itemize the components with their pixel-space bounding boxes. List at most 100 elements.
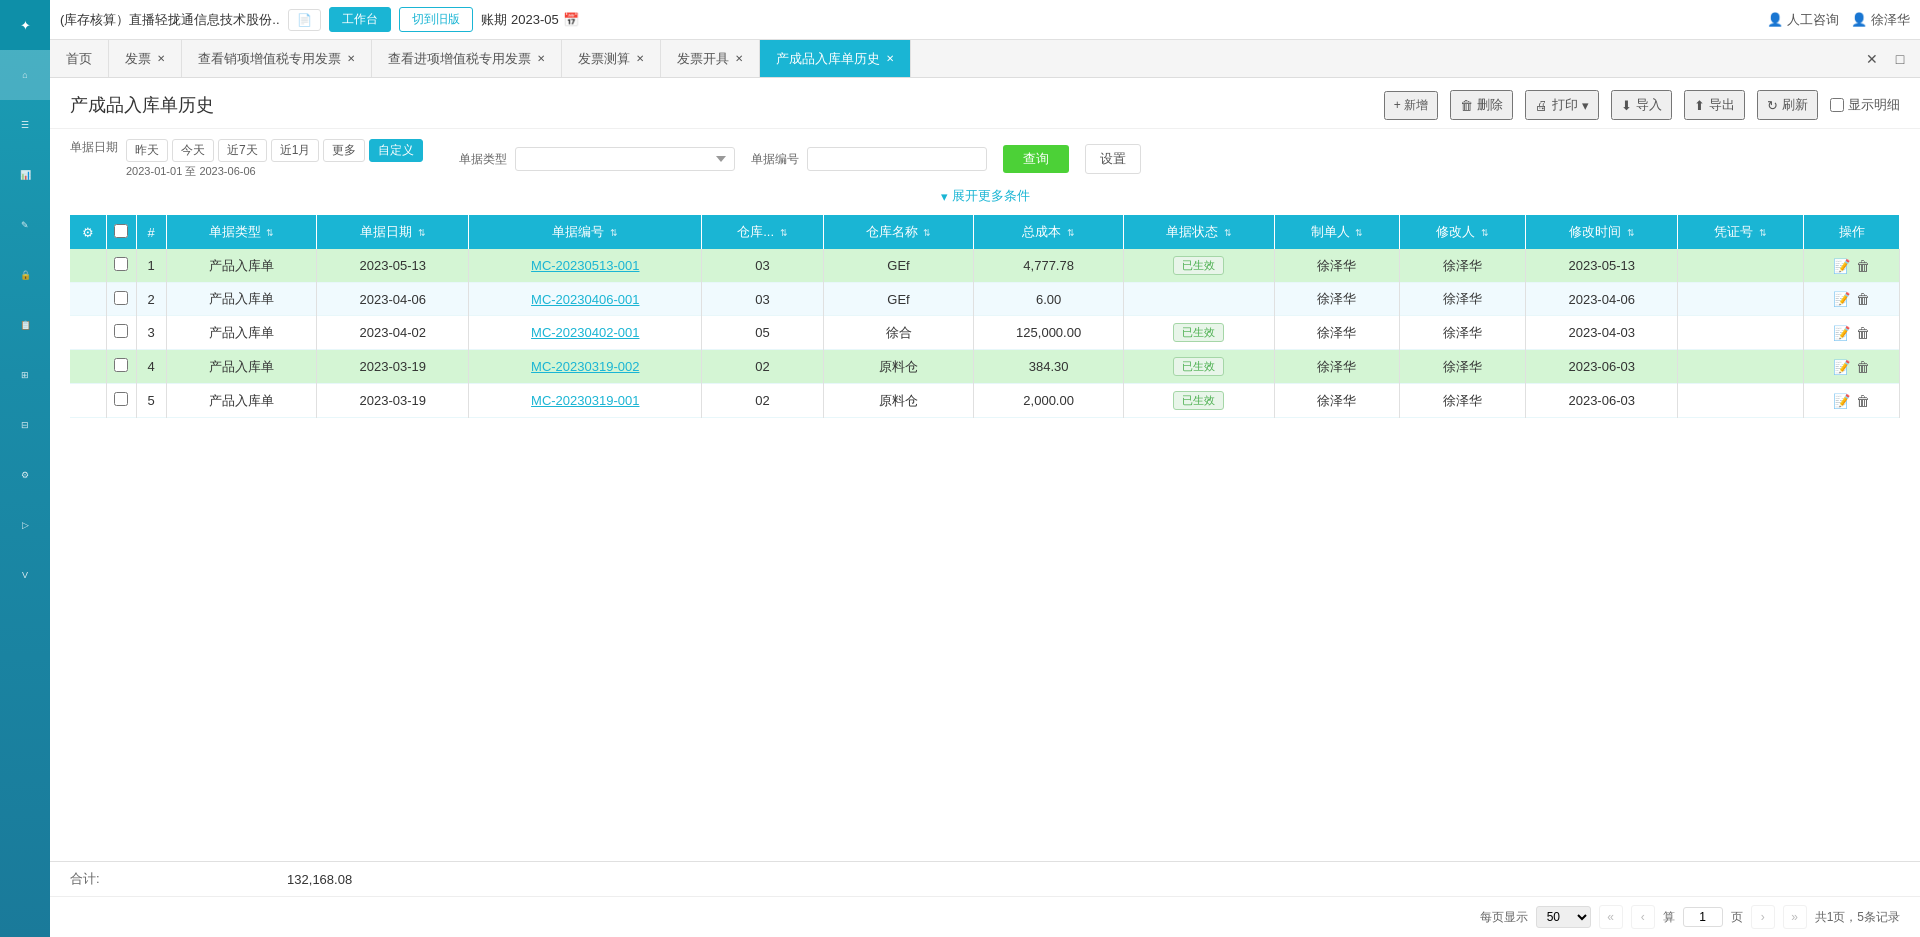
user-menu[interactable]: 👤 徐泽华 bbox=[1851, 11, 1910, 29]
td-doc-no-4[interactable]: MC-20230319-001 bbox=[469, 384, 702, 418]
new-button[interactable]: + 新增 bbox=[1384, 91, 1438, 120]
date-btn-today[interactable]: 今天 bbox=[172, 139, 214, 162]
th-creator[interactable]: 制单人 ⇅ bbox=[1274, 215, 1400, 249]
sidebar-item-stamp[interactable]: ⊟ bbox=[0, 400, 50, 450]
tab-input-vat[interactable]: 查看进项增值税专用发票 ✕ bbox=[372, 40, 562, 78]
row-checkbox-3[interactable] bbox=[114, 358, 128, 372]
period-selector[interactable]: 账期 2023-05 📅 bbox=[481, 11, 579, 29]
td-doc-no-2[interactable]: MC-20230402-001 bbox=[469, 316, 702, 350]
company-selector[interactable]: (库存核算）直播轻拢通信息技术股份... ▾ bbox=[60, 11, 280, 29]
tab-invoice-open-close[interactable]: ✕ bbox=[735, 53, 743, 64]
per-page-label: 每页显示 bbox=[1480, 909, 1528, 926]
th-settings[interactable]: ⚙ bbox=[70, 215, 106, 249]
tab-home[interactable]: 首页 bbox=[50, 40, 109, 78]
th-total-cost[interactable]: 总成本 ⇅ bbox=[974, 215, 1124, 249]
tab-product-stock-close[interactable]: ✕ bbox=[886, 53, 894, 64]
th-doc-status[interactable]: 单据状态 ⇅ bbox=[1123, 215, 1274, 249]
delete-op-1[interactable]: 🗑 bbox=[1856, 291, 1870, 307]
date-btn-more[interactable]: 更多 bbox=[323, 139, 365, 162]
tab-invoice-open[interactable]: 发票开具 ✕ bbox=[661, 40, 760, 78]
th-doc-type[interactable]: 单据类型 ⇅ bbox=[166, 215, 317, 249]
query-button[interactable]: 查询 bbox=[1003, 145, 1069, 173]
print-button[interactable]: 🖨 打印 ▾ bbox=[1525, 90, 1599, 120]
switch-old-button[interactable]: 切到旧版 bbox=[399, 7, 473, 32]
sidebar-item-edit[interactable]: ✎ bbox=[0, 200, 50, 250]
edit-op-3[interactable]: 📝 bbox=[1833, 359, 1850, 375]
help-button[interactable]: 👤 人工咨询 bbox=[1767, 11, 1839, 29]
tab-sales-vat-close[interactable]: ✕ bbox=[347, 53, 355, 64]
td-doc-no-3[interactable]: MC-20230319-002 bbox=[469, 350, 702, 384]
display-toggle-checkbox[interactable] bbox=[1830, 98, 1844, 112]
expand-button[interactable]: ▾ 展开更多条件 bbox=[941, 187, 1030, 205]
td-doc-no-0[interactable]: MC-20230513-001 bbox=[469, 249, 702, 283]
workbench-button[interactable]: 工作台 bbox=[329, 7, 391, 32]
delete-op-4[interactable]: 🗑 bbox=[1856, 393, 1870, 409]
last-page-button[interactable]: » bbox=[1783, 905, 1807, 929]
sidebar-item-v[interactable]: V bbox=[0, 550, 50, 600]
sidebar-item-settings2[interactable]: ⚙ bbox=[0, 450, 50, 500]
row-checkbox-1[interactable] bbox=[114, 291, 128, 305]
tab-product-stock[interactable]: 产成品入库单历史 ✕ bbox=[760, 40, 911, 78]
th-warehouse-name[interactable]: 仓库名称 ⇅ bbox=[823, 215, 974, 249]
next-page-button[interactable]: › bbox=[1751, 905, 1775, 929]
sidebar-item-chart[interactable]: 📊 bbox=[0, 150, 50, 200]
td-checkbox-1[interactable] bbox=[106, 283, 136, 316]
date-btn-yesterday[interactable]: 昨天 bbox=[126, 139, 168, 162]
doc-type-select[interactable]: 产品入库单 bbox=[515, 147, 735, 171]
import-button[interactable]: ⬇ 导入 bbox=[1611, 90, 1672, 120]
per-page-select[interactable]: 20 50 100 bbox=[1536, 906, 1591, 928]
set-button[interactable]: 设置 bbox=[1085, 144, 1141, 174]
sidebar-item-lock[interactable]: 🔒 bbox=[0, 250, 50, 300]
sidebar-item-play[interactable]: ▷ bbox=[0, 500, 50, 550]
page-input[interactable] bbox=[1683, 907, 1723, 927]
export-button[interactable]: ⬆ 导出 bbox=[1684, 90, 1745, 120]
tab-invoice-close[interactable]: ✕ bbox=[157, 53, 165, 64]
window-maximize-button[interactable]: □ bbox=[1888, 47, 1912, 71]
tab-input-vat-close[interactable]: ✕ bbox=[537, 53, 545, 64]
delete-op-2[interactable]: 🗑 bbox=[1856, 325, 1870, 341]
sidebar-item-doc[interactable]: ☰ bbox=[0, 100, 50, 150]
td-checkbox-2[interactable] bbox=[106, 316, 136, 350]
doc-copy-button[interactable]: 📄 bbox=[288, 9, 321, 31]
first-page-button[interactable]: « bbox=[1599, 905, 1623, 929]
sidebar-logo[interactable]: ✦ bbox=[0, 0, 50, 50]
td-checkbox-0[interactable] bbox=[106, 249, 136, 283]
th-doc-no[interactable]: 单据编号 ⇅ bbox=[469, 215, 702, 249]
th-modify-time[interactable]: 修改时间 ⇅ bbox=[1526, 215, 1678, 249]
sidebar-item-table[interactable]: ⊞ bbox=[0, 350, 50, 400]
tab-invoice-calc[interactable]: 发票测算 ✕ bbox=[562, 40, 661, 78]
prev-page-button[interactable]: ‹ bbox=[1631, 905, 1655, 929]
td-checkbox-3[interactable] bbox=[106, 350, 136, 384]
row-checkbox-0[interactable] bbox=[114, 257, 128, 271]
edit-op-0[interactable]: 📝 bbox=[1833, 258, 1850, 274]
row-checkbox-4[interactable] bbox=[114, 392, 128, 406]
th-doc-date[interactable]: 单据日期 ⇅ bbox=[317, 215, 469, 249]
th-voucher-no[interactable]: 凭证号 ⇅ bbox=[1678, 215, 1804, 249]
doc-no-input[interactable] bbox=[807, 147, 987, 171]
tab-invoice-calc-close[interactable]: ✕ bbox=[636, 53, 644, 64]
select-all-checkbox[interactable] bbox=[114, 224, 128, 238]
sidebar-item-home[interactable]: ⌂ bbox=[0, 50, 50, 100]
th-warehouse-code[interactable]: 仓库... ⇅ bbox=[702, 215, 824, 249]
edit-op-2[interactable]: 📝 bbox=[1833, 325, 1850, 341]
th-checkbox[interactable] bbox=[106, 215, 136, 249]
total-info: 共1页，5条记录 bbox=[1815, 909, 1900, 926]
row-checkbox-2[interactable] bbox=[114, 324, 128, 338]
date-btn-1month[interactable]: 近1月 bbox=[271, 139, 320, 162]
window-close-button[interactable]: ✕ bbox=[1860, 47, 1884, 71]
th-modifier[interactable]: 修改人 ⇅ bbox=[1400, 215, 1526, 249]
delete-op-0[interactable]: 🗑 bbox=[1856, 258, 1870, 274]
delete-op-3[interactable]: 🗑 bbox=[1856, 359, 1870, 375]
edit-op-1[interactable]: 📝 bbox=[1833, 291, 1850, 307]
refresh-button[interactable]: ↻ 刷新 bbox=[1757, 90, 1818, 120]
delete-button[interactable]: 🗑 删除 bbox=[1450, 90, 1513, 120]
edit-op-4[interactable]: 📝 bbox=[1833, 393, 1850, 409]
date-btn-custom[interactable]: 自定义 bbox=[369, 139, 423, 162]
sidebar-item-book[interactable]: 📋 bbox=[0, 300, 50, 350]
tab-sales-vat[interactable]: 查看销项增值税专用发票 ✕ bbox=[182, 40, 372, 78]
tab-invoice[interactable]: 发票 ✕ bbox=[109, 40, 182, 78]
date-btn-7days[interactable]: 近7天 bbox=[218, 139, 267, 162]
td-doc-no-1[interactable]: MC-20230406-001 bbox=[469, 283, 702, 316]
td-checkbox-4[interactable] bbox=[106, 384, 136, 418]
td-modifier-0: 徐泽华 bbox=[1400, 249, 1526, 283]
